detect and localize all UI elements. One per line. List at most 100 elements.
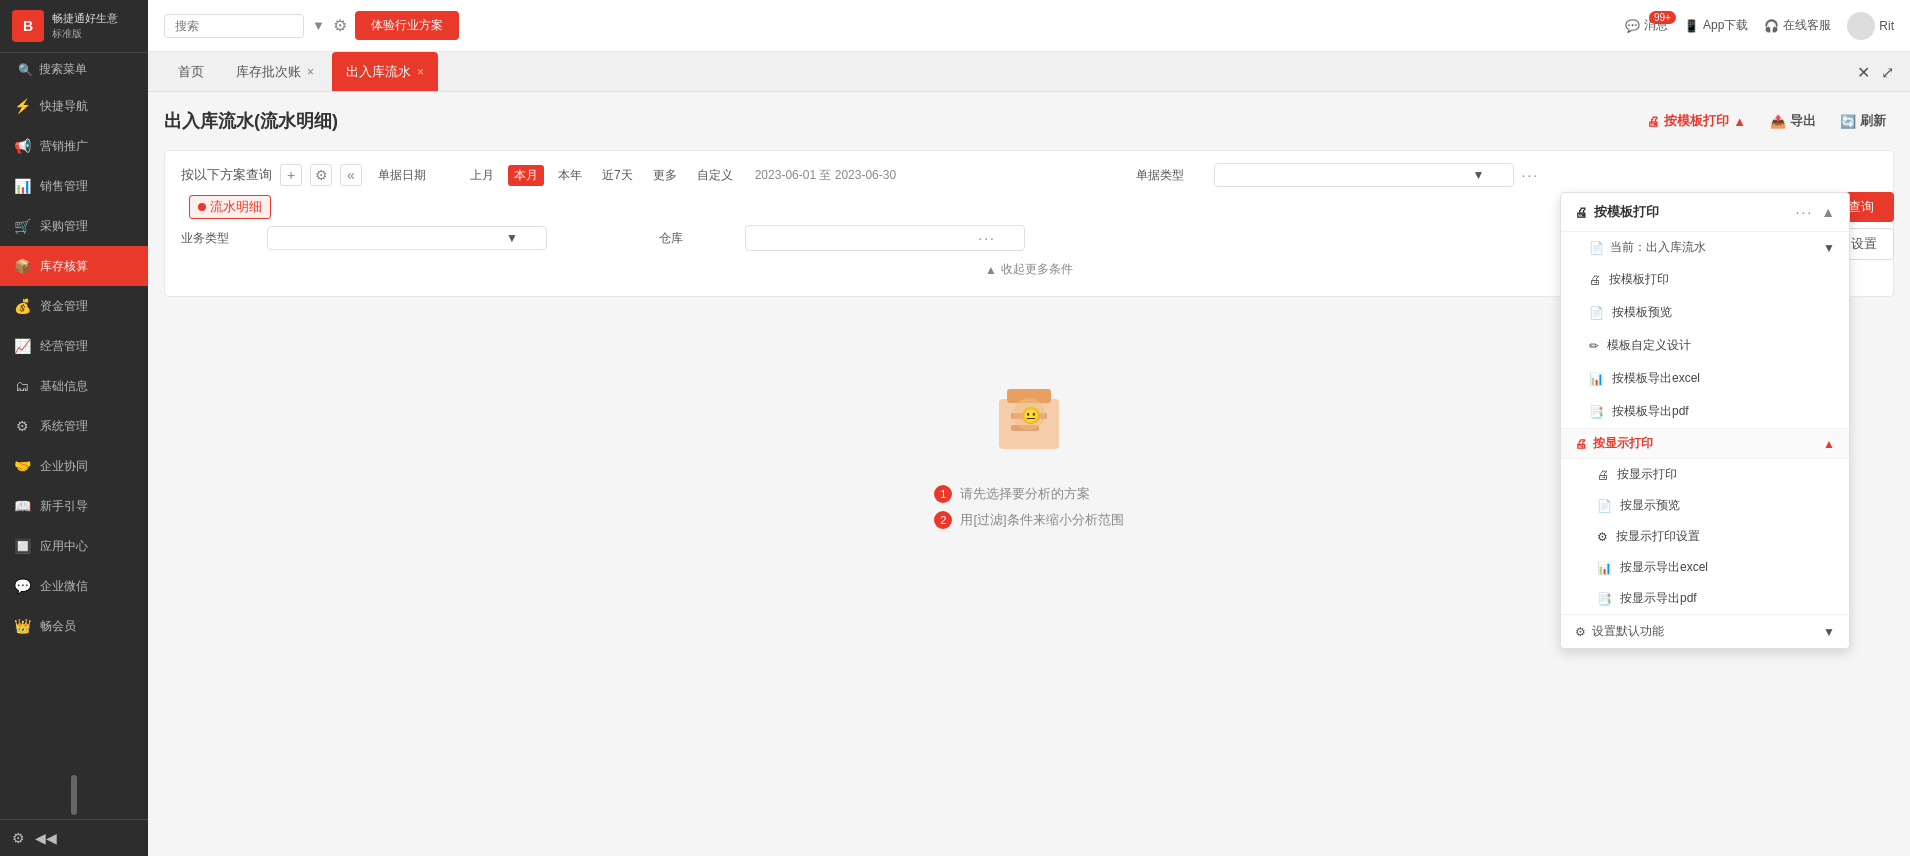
print-template-button[interactable]: 🖨 按模板打印 ▲ bbox=[1639, 108, 1754, 134]
dropdown-current[interactable]: 📄 当前：出入库流水 ▼ bbox=[1561, 232, 1849, 263]
date-opt-last-month[interactable]: 上月 bbox=[464, 165, 500, 186]
sidebar-item-purchase[interactable]: 🛒 采购管理 bbox=[0, 206, 148, 246]
filter-add-button[interactable]: + bbox=[280, 164, 302, 186]
topbar-right: 💬 消息 99+ 📱 App下载 🎧 在线客服 Rit bbox=[1625, 12, 1894, 40]
filter-tag-label: 流水明细 bbox=[210, 198, 262, 216]
purchase-icon: 🛒 bbox=[12, 216, 32, 236]
date-opt-7days[interactable]: 近7天 bbox=[596, 165, 639, 186]
more-options-icon[interactable]: ··· bbox=[1522, 167, 1540, 183]
sidebar-item-sales[interactable]: 📊 销售管理 bbox=[0, 166, 148, 206]
chevron-down-icon: ▼ bbox=[1823, 241, 1835, 255]
filter-tag-item[interactable]: 流水明细 bbox=[189, 195, 271, 219]
sidebar-item-quick-nav[interactable]: ⚡ 快捷导航 bbox=[0, 86, 148, 126]
tab-flow-close[interactable]: × bbox=[417, 65, 424, 79]
dropdown-panel: 🖨 按模板打印 ··· ▲ 📄 当前：出入库流水 ▼ 🖨 按模板打印 📄 按模 bbox=[1560, 192, 1850, 649]
sidebar-item-basic[interactable]: 🗂 基础信息 bbox=[0, 366, 148, 406]
dropdown-item-display-pdf[interactable]: 📑 按显示导出pdf bbox=[1561, 583, 1849, 614]
export-button[interactable]: 📤 导出 bbox=[1762, 108, 1824, 134]
tab-close-all-button[interactable]: ✕ bbox=[1857, 62, 1870, 81]
appstore-icon: 🔲 bbox=[12, 536, 32, 556]
item-label: 按显示导出pdf bbox=[1620, 590, 1697, 607]
item-label: 按显示导出excel bbox=[1620, 559, 1708, 576]
guide-icon: 📖 bbox=[12, 496, 32, 516]
dropdown-arrow-icon[interactable]: ▼ bbox=[312, 18, 325, 33]
message-button[interactable]: 💬 消息 99+ bbox=[1625, 17, 1668, 34]
sidebar-item-system[interactable]: ⚙ 系统管理 bbox=[0, 406, 148, 446]
search-input[interactable] bbox=[164, 14, 304, 38]
item-label: 按模板打印 bbox=[1609, 271, 1669, 288]
filter-collapse-button[interactable]: « bbox=[340, 164, 362, 186]
export-label: 导出 bbox=[1790, 112, 1816, 130]
dropdown-item-template-custom[interactable]: ✏ 模板自定义设计 bbox=[1561, 329, 1849, 362]
dropdown-collapse-button[interactable]: ▲ bbox=[1821, 204, 1835, 220]
headset-icon: 🎧 bbox=[1764, 19, 1779, 33]
warehouse-select[interactable]: ··· bbox=[745, 225, 1025, 251]
dropdown-item-template-pdf[interactable]: 📑 按模板导出pdf bbox=[1561, 395, 1849, 428]
marketing-icon: 📢 bbox=[12, 136, 32, 156]
page-title-row: 出入库流水(流水明细) 🖨 按模板打印 ▲ 📤 导出 🔄 刷新 bbox=[164, 108, 1894, 134]
empty-steps: 1 请先选择要分析的方案 2 用[过滤]条件来缩小分析范围 bbox=[934, 485, 1123, 529]
dropdown-item-display-preview[interactable]: 📄 按显示预览 bbox=[1561, 490, 1849, 521]
tab-batch-close[interactable]: × bbox=[307, 65, 314, 79]
date-opt-more[interactable]: 更多 bbox=[647, 165, 683, 186]
sidebar-item-marketing[interactable]: 📢 营销推广 bbox=[0, 126, 148, 166]
dropdown-item-template-excel[interactable]: 📊 按模板导出excel bbox=[1561, 362, 1849, 395]
sidebar-item-collab[interactable]: 🤝 企业协同 bbox=[0, 446, 148, 486]
sidebar-item-label: 应用中心 bbox=[40, 538, 88, 555]
step-2: 2 用[过滤]条件来缩小分析范围 bbox=[934, 511, 1123, 529]
collab-icon: 🤝 bbox=[12, 456, 32, 476]
industry-solution-button[interactable]: 体验行业方案 bbox=[355, 11, 459, 40]
sidebar-item-inventory[interactable]: 📦 库存核算 bbox=[0, 246, 148, 286]
phone-icon: 📱 bbox=[1684, 19, 1699, 33]
app-download-button[interactable]: 📱 App下载 bbox=[1684, 17, 1748, 34]
sidebar-item-appstore[interactable]: 🔲 应用中心 bbox=[0, 526, 148, 566]
date-opt-this-month[interactable]: 本月 bbox=[508, 165, 544, 186]
sidebar-search-label: 搜索菜单 bbox=[39, 61, 87, 78]
refresh-button[interactable]: 🔄 刷新 bbox=[1832, 108, 1894, 134]
item-label: 按模板导出pdf bbox=[1612, 403, 1689, 420]
message-icon: 💬 bbox=[1625, 19, 1640, 33]
edit-icon: ✏ bbox=[1589, 339, 1599, 353]
sidebar-item-wechat[interactable]: 💬 企业微信 bbox=[0, 566, 148, 606]
print-icon: 🖨 bbox=[1575, 205, 1588, 220]
tab-expand-button[interactable]: ⤢ bbox=[1881, 62, 1894, 81]
tab-flow[interactable]: 出入库流水 × bbox=[332, 52, 438, 91]
operation-icon: 📈 bbox=[12, 336, 32, 356]
app-download-label: App下载 bbox=[1703, 17, 1748, 34]
sidebar-item-operation[interactable]: 📈 经营管理 bbox=[0, 326, 148, 366]
dropdown-item-display-excel[interactable]: 📊 按显示导出excel bbox=[1561, 552, 1849, 583]
settings-icon[interactable]: ⚙ bbox=[333, 16, 347, 35]
sidebar-item-guide[interactable]: 📖 新手引导 bbox=[0, 486, 148, 526]
dropdown-display-section[interactable]: 🖨 按显示打印 ▲ bbox=[1561, 428, 1849, 459]
sidebar-item-label: 基础信息 bbox=[40, 378, 88, 395]
user-name: Rit bbox=[1879, 19, 1894, 33]
biz-type-select[interactable]: ▼ bbox=[267, 226, 547, 250]
dropdown-item-template-preview[interactable]: 📄 按模板预览 bbox=[1561, 296, 1849, 329]
collapse-icon[interactable]: ◀◀ bbox=[35, 830, 57, 846]
display-section-icon: 🖨 bbox=[1575, 437, 1587, 451]
warehouse-more-icon[interactable]: ··· bbox=[978, 230, 996, 246]
sidebar-nav: ⚡ 快捷导航 📢 营销推广 📊 销售管理 🛒 采购管理 📦 库存核算 💰 资金管… bbox=[0, 86, 148, 771]
sidebar-item-finance[interactable]: 💰 资金管理 bbox=[0, 286, 148, 326]
doc-type-select[interactable]: ▼ bbox=[1214, 163, 1514, 187]
sidebar-item-label: 经营管理 bbox=[40, 338, 88, 355]
dropdown-more-icon[interactable]: ··· bbox=[1795, 204, 1813, 220]
sidebar-search[interactable]: 🔍 搜索菜单 bbox=[0, 53, 148, 86]
dropdown-item-display-print[interactable]: 🖨 按显示打印 bbox=[1561, 459, 1849, 490]
settings-icon[interactable]: ⚙ bbox=[12, 830, 25, 846]
filter-config-button[interactable]: ⚙ bbox=[310, 164, 332, 186]
footer-label: 设置默认功能 bbox=[1592, 623, 1664, 640]
tab-batch[interactable]: 库存批次账 × bbox=[222, 52, 328, 91]
date-opt-this-year[interactable]: 本年 bbox=[552, 165, 588, 186]
dropdown-item-template-print[interactable]: 🖨 按模板打印 bbox=[1561, 263, 1849, 296]
user-avatar[interactable]: Rit bbox=[1847, 12, 1894, 40]
customer-service-button[interactable]: 🎧 在线客服 bbox=[1764, 17, 1831, 34]
logo-tag: 标准版 bbox=[52, 27, 118, 41]
tab-home[interactable]: 首页 bbox=[164, 52, 218, 91]
dropdown-footer[interactable]: ⚙ 设置默认功能 ▼ bbox=[1561, 614, 1849, 648]
sidebar-item-vip[interactable]: 👑 畅会员 bbox=[0, 606, 148, 646]
date-opt-custom[interactable]: 自定义 bbox=[691, 165, 739, 186]
sidebar-bottom: ⚙ ◀◀ bbox=[0, 819, 148, 856]
page-actions: 🖨 按模板打印 ▲ 📤 导出 🔄 刷新 bbox=[1639, 108, 1894, 134]
dropdown-item-display-settings[interactable]: ⚙ 按显示打印设置 bbox=[1561, 521, 1849, 552]
